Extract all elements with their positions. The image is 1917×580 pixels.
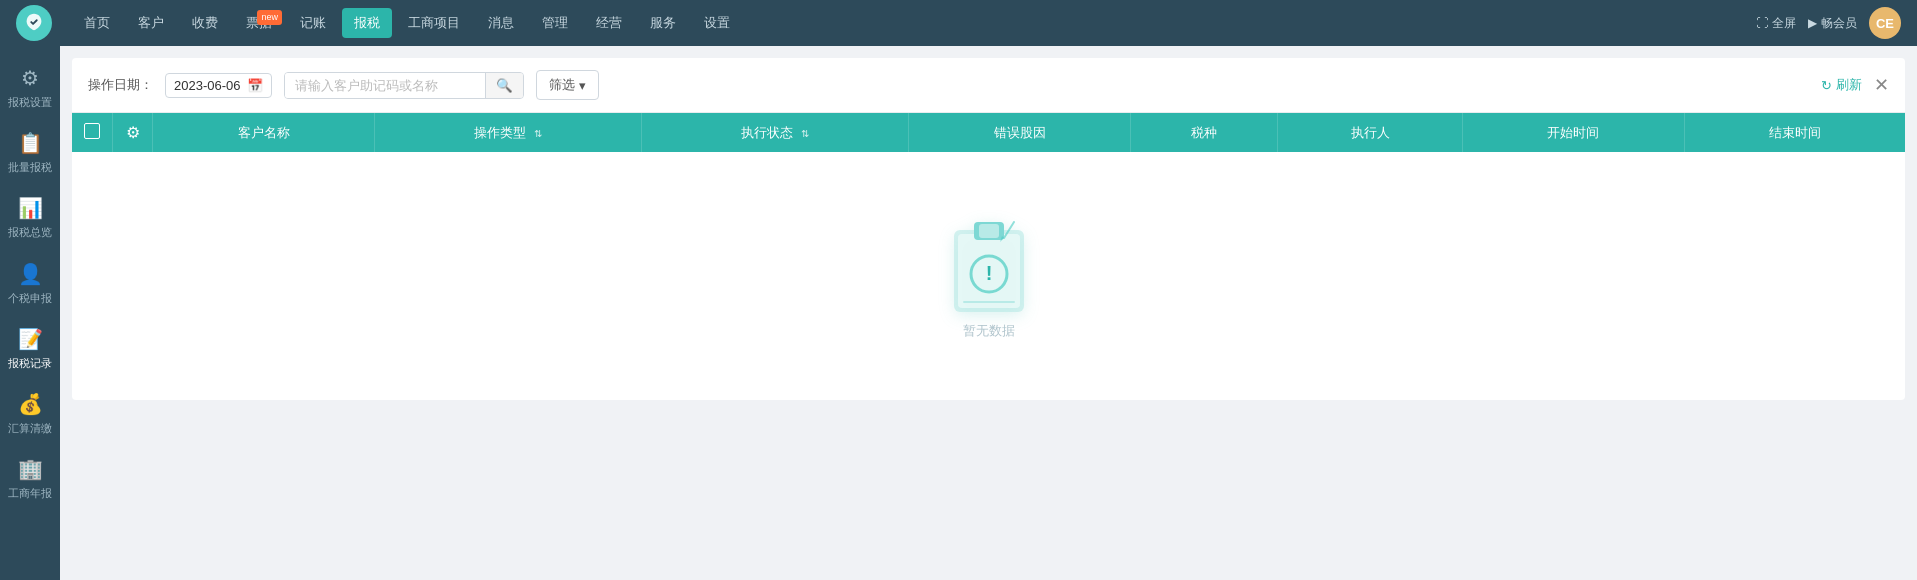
sidebar-label-报税记录: 报税记录 — [8, 357, 52, 370]
member-btn[interactable]: ▶ 畅会员 — [1808, 15, 1857, 32]
th-error-reason: 错误股因 — [909, 113, 1131, 152]
th-operation-type: 操作类型 ⇅ — [375, 113, 642, 152]
nav-items: 首页客户收费票据new记账报税工商项目消息管理经营服务设置 — [72, 8, 1756, 38]
nav-item-票据[interactable]: 票据new — [234, 8, 284, 38]
avatar[interactable]: CE — [1869, 7, 1901, 39]
empty-state: ! 暂无数据 — [72, 152, 1905, 400]
nav-item-工商项目[interactable]: 工商项目 — [396, 8, 472, 38]
th-settings: ⚙ — [113, 113, 153, 152]
sidebar-icon-个税申报: 👤 — [16, 260, 44, 288]
sidebar-icon-汇算清缴: 💰 — [16, 390, 44, 418]
nav-item-客户[interactable]: 客户 — [126, 8, 176, 38]
fullscreen-btn[interactable]: ⛶ 全屏 — [1756, 15, 1796, 32]
app-logo[interactable] — [16, 5, 52, 41]
sort-icon-status: ⇅ — [801, 128, 809, 139]
date-label: 操作日期： — [88, 76, 153, 94]
nav-item-经营[interactable]: 经营 — [584, 8, 634, 38]
sort-icon-operation: ⇅ — [534, 128, 542, 139]
th-executor: 执行人 — [1278, 113, 1463, 152]
th-start-time: 开始时间 — [1462, 113, 1684, 152]
sidebar-item-个税申报[interactable]: 👤 个税申报 — [0, 250, 60, 315]
table-header: ⚙ 客户名称 操作类型 ⇅ 执行状态 ⇅ 错误股因 — [72, 113, 1905, 152]
select-all-checkbox[interactable] — [84, 123, 100, 139]
top-nav-right: ⛶ 全屏 ▶ 畅会员 CE — [1756, 7, 1901, 39]
search-button[interactable]: 🔍 — [485, 73, 523, 98]
nav-item-服务[interactable]: 服务 — [638, 8, 688, 38]
video-icon: ▶ — [1808, 16, 1817, 30]
sidebar-icon-批量报税: 📋 — [16, 129, 44, 157]
content-card: 操作日期： 2023-06-06 📅 🔍 筛选 ▾ ↻ 刷新 ✕ — [72, 58, 1905, 400]
top-navigation: 首页客户收费票据new记账报税工商项目消息管理经营服务设置 ⛶ 全屏 ▶ 畅会员… — [0, 0, 1917, 46]
svg-text:!: ! — [985, 262, 992, 284]
filter-button[interactable]: 筛选 ▾ — [536, 70, 599, 100]
refresh-button[interactable]: ↻ 刷新 — [1821, 76, 1862, 94]
fullscreen-icon: ⛶ — [1756, 16, 1768, 30]
th-client-name: 客户名称 — [153, 113, 375, 152]
sidebar-label-工商年报: 工商年报 — [8, 487, 52, 500]
sidebar-item-汇算清缴[interactable]: 💰 汇算清缴 — [0, 380, 60, 445]
nav-item-首页[interactable]: 首页 — [72, 8, 122, 38]
close-button[interactable]: ✕ — [1874, 76, 1889, 94]
data-table: ⚙ 客户名称 操作类型 ⇅ 执行状态 ⇅ 错误股因 — [72, 113, 1905, 400]
sidebar-icon-报税设置: ⚙ — [16, 64, 44, 92]
table-body: ! 暂无数据 — [72, 152, 1905, 400]
member-label: 畅会员 — [1821, 15, 1857, 32]
date-picker[interactable]: 2023-06-06 📅 — [165, 73, 272, 98]
sidebar-item-批量报税[interactable]: 📋 批量报税 — [0, 119, 60, 184]
search-input[interactable] — [285, 73, 485, 98]
svg-rect-3 — [979, 224, 999, 238]
main-content: 操作日期： 2023-06-06 📅 🔍 筛选 ▾ ↻ 刷新 ✕ — [60, 46, 1917, 580]
refresh-icon: ↻ — [1821, 78, 1832, 93]
filter-label: 筛选 — [549, 76, 575, 94]
th-exec-status: 执行状态 ⇅ — [642, 113, 909, 152]
sidebar-label-个税申报: 个税申报 — [8, 292, 52, 305]
sidebar-label-报税总览: 报税总览 — [8, 226, 52, 239]
nav-item-消息[interactable]: 消息 — [476, 8, 526, 38]
sidebar-icon-工商年报: 🏢 — [16, 455, 44, 483]
avatar-text: CE — [1876, 16, 1894, 31]
sidebar-label-批量报税: 批量报税 — [8, 161, 52, 174]
nav-item-报税[interactable]: 报税 — [342, 8, 392, 38]
sidebar-label-汇算清缴: 汇算清缴 — [8, 422, 52, 435]
sidebar-item-工商年报[interactable]: 🏢 工商年报 — [0, 445, 60, 510]
th-end-time: 结束时间 — [1684, 113, 1905, 152]
nav-item-收费[interactable]: 收费 — [180, 8, 230, 38]
nav-item-记账[interactable]: 记账 — [288, 8, 338, 38]
sidebar-icon-报税记录: 📝 — [16, 325, 44, 353]
sidebar-item-报税记录[interactable]: 📝 报税记录 — [0, 315, 60, 380]
nav-badge: new — [257, 10, 282, 25]
calendar-icon: 📅 — [247, 78, 263, 93]
sidebar-item-报税总览[interactable]: 📊 报税总览 — [0, 184, 60, 249]
sidebar: ⚙ 报税设置 📋 批量报税 📊 报税总览 👤 个税申报 📝 报税记录 💰 汇算清缴 🏢 工商年报 — [0, 46, 60, 580]
sidebar-item-报税设置[interactable]: ⚙ 报税设置 — [0, 54, 60, 119]
empty-illustration: ! — [944, 212, 1034, 322]
search-wrap: 🔍 — [284, 72, 524, 99]
th-tax-type: 税种 — [1131, 113, 1278, 152]
nav-item-管理[interactable]: 管理 — [530, 8, 580, 38]
sidebar-label-报税设置: 报税设置 — [8, 96, 52, 109]
nav-item-设置[interactable]: 设置 — [692, 8, 742, 38]
date-value: 2023-06-06 — [174, 78, 241, 93]
sidebar-icon-报税总览: 📊 — [16, 194, 44, 222]
th-checkbox — [72, 113, 113, 152]
empty-text: 暂无数据 — [963, 322, 1015, 340]
column-settings-icon[interactable]: ⚙ — [126, 124, 140, 141]
fullscreen-label: 全屏 — [1772, 15, 1796, 32]
refresh-label: 刷新 — [1836, 76, 1862, 94]
chevron-down-icon: ▾ — [579, 78, 586, 93]
toolbar: 操作日期： 2023-06-06 📅 🔍 筛选 ▾ ↻ 刷新 ✕ — [72, 58, 1905, 113]
